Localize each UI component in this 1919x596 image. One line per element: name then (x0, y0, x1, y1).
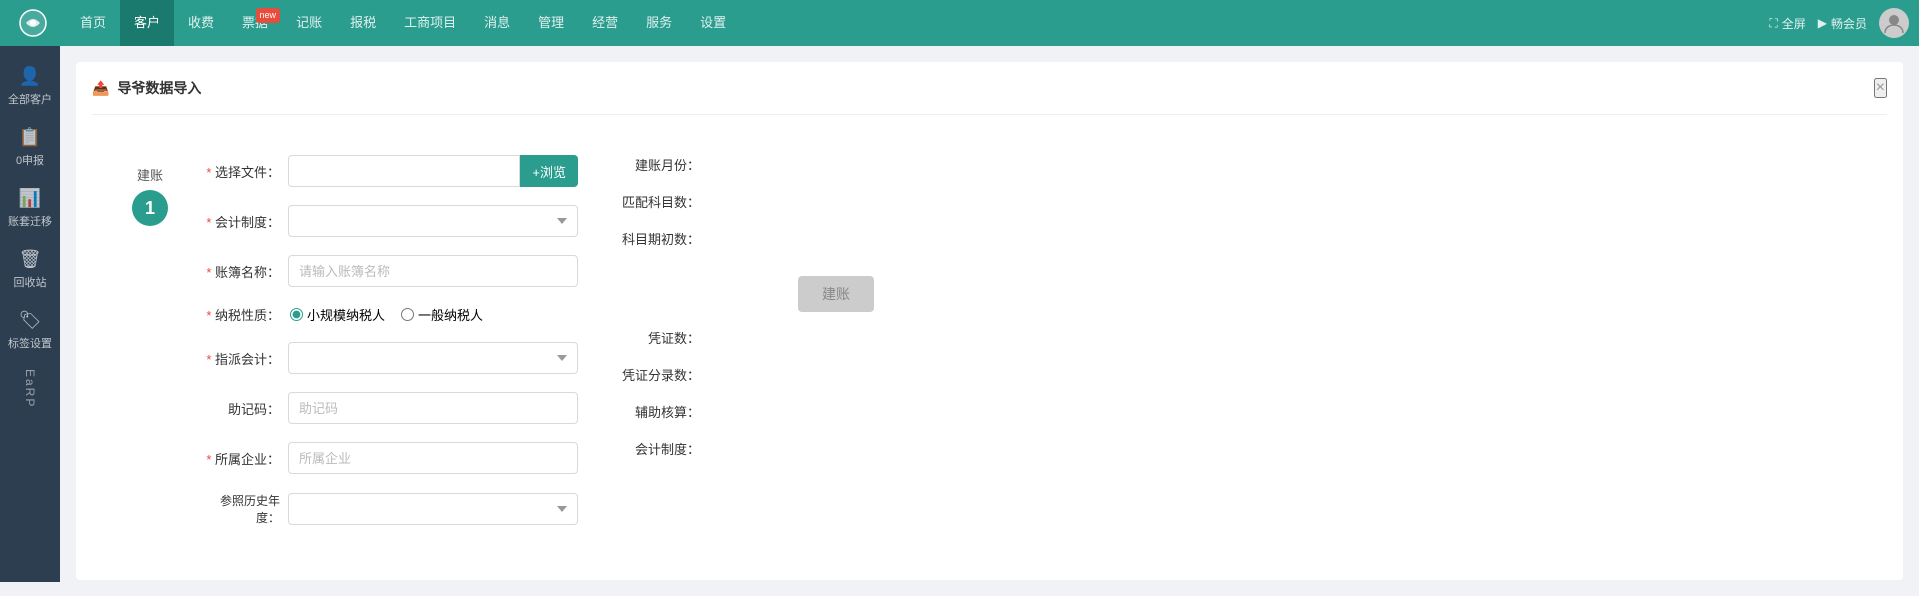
form-row-accounting-system: 会计制度： (198, 205, 578, 237)
radio-general-taxpayer[interactable]: 一般纳税人 (401, 305, 483, 324)
label-account-name: 账簿名称： (198, 262, 288, 281)
nav-item-bizproject[interactable]: 工商项目 (390, 0, 470, 46)
label-subject-initial: 科目期初数： (618, 229, 708, 248)
nav-item-manage[interactable]: 管理 (524, 0, 578, 46)
fullscreen-button[interactable]: ⛶ 全屏 (1769, 15, 1805, 32)
play-icon: ▶ (1818, 16, 1827, 30)
main-panel: 📤 导爷数据导入 × 建账 1 选择文件： +浏览 (76, 62, 1903, 580)
nav-item-bookkeeping[interactable]: 记账 (282, 0, 336, 46)
assign-accountant-select[interactable] (288, 342, 578, 374)
radio-small-taxpayer[interactable]: 小规模纳税人 (290, 305, 385, 324)
nav-item-home[interactable]: 首页 (66, 0, 120, 46)
nav-item-invoice[interactable]: 票据 new (228, 0, 282, 46)
form-row-memo-code: 助记码： (198, 392, 578, 424)
nav-item-service[interactable]: 服务 (632, 0, 686, 46)
sidebar-item-recycle[interactable]: 🗑 回收站 (0, 239, 60, 300)
form-row-voucher-records: 凭证分录数： (618, 365, 958, 384)
step-circle: 1 (132, 190, 168, 226)
main-content: 📤 导爷数据导入 × 建账 1 选择文件： +浏览 (60, 46, 1919, 596)
form-row-tax-type: 纳税性质： 小规模纳税人 一般纳税人 (198, 305, 578, 324)
label-accounting-system: 会计制度： (198, 212, 288, 231)
form-container: 建账 1 选择文件： +浏览 会计制度： (92, 135, 1887, 564)
accounting-system-select[interactable] (288, 205, 578, 237)
form-row-account-month: 建账月份： (618, 155, 958, 174)
import-icon: 📤 (92, 80, 109, 97)
nav-item-tax[interactable]: 报税 (336, 0, 390, 46)
user-icon: 👤 (19, 66, 41, 87)
sidebar-item-declaration[interactable]: 📋 0申报 (0, 117, 60, 178)
sidebar-label-recycle: 回收站 (14, 274, 47, 290)
nav-item-customer[interactable]: 客户 (120, 0, 174, 46)
sidebar-label-account-transfer: 账套迁移 (8, 213, 52, 229)
transfer-icon: 📊 (19, 188, 41, 209)
file-input[interactable] (288, 155, 520, 187)
form-left: 选择文件： +浏览 会计制度： 账簿名称： (198, 155, 578, 544)
declaration-icon: 📋 (19, 127, 41, 148)
new-badge: new (256, 8, 281, 23)
form-right: 建账月份： 匹配科目数： 科目期初数： 建账 凭证数： (618, 155, 958, 544)
member-button[interactable]: ▶ 畅会员 (1818, 15, 1867, 32)
earp-text: EaRP (23, 369, 37, 408)
create-account-button[interactable]: 建账 (798, 276, 874, 312)
step-indicator: 建账 1 (132, 155, 168, 544)
nav-item-message[interactable]: 消息 (470, 0, 524, 46)
nav-items: 首页 客户 收费 票据 new 记账 报税 工商项目 消息 管理 经营 服务 设… (66, 0, 1769, 46)
label-voucher-records: 凭证分录数： (618, 365, 708, 384)
nav-right: ⛶ 全屏 ▶ 畅会员 (1769, 8, 1909, 38)
logo (10, 0, 56, 46)
step-label: 建账 (137, 165, 163, 184)
label-account-month: 建账月份： (618, 155, 708, 174)
label-aux-accounting: 辅助核算： (618, 402, 708, 421)
fullscreen-icon: ⛶ (1769, 16, 1777, 31)
sidebar: 👤 全部客户 📋 0申报 📊 账套迁移 🗑 回收站 🏷 标签设置 EaRP (0, 46, 60, 582)
radio-small-input[interactable] (290, 308, 303, 321)
label-assign-accountant: 指派会计： (198, 349, 288, 368)
sidebar-label-declaration: 0申报 (16, 152, 44, 168)
sidebar-item-account-transfer[interactable]: 📊 账套迁移 (0, 178, 60, 239)
sidebar-label-all-customers: 全部客户 (8, 91, 52, 107)
nav-item-settings[interactable]: 设置 (686, 0, 740, 46)
browse-button[interactable]: +浏览 (520, 155, 578, 187)
label-match-subjects: 匹配科目数： (618, 192, 708, 211)
form-row-affiliated-company: 所属企业： (198, 442, 578, 474)
label-accounting-system-right: 会计制度： (618, 439, 708, 458)
nav-item-finance[interactable]: 经营 (578, 0, 632, 46)
account-name-input[interactable] (288, 255, 578, 287)
panel-header: 📤 导爷数据导入 (92, 78, 1887, 115)
tax-type-radio-group: 小规模纳税人 一般纳税人 (288, 305, 578, 324)
nav-item-billing[interactable]: 收费 (174, 0, 228, 46)
label-voucher-count: 凭证数： (618, 328, 708, 347)
tag-icon: 🏷 (19, 310, 42, 331)
form-row-account-name: 账簿名称： (198, 255, 578, 287)
form-row-select-file: 选择文件： +浏览 (198, 155, 578, 187)
form-row-voucher-count: 凭证数： (618, 328, 958, 347)
form-row-reference-year: 参照历史年度： (198, 492, 578, 526)
sidebar-item-tag-settings[interactable]: 🏷 标签设置 (0, 300, 60, 361)
form-row-match-subjects: 匹配科目数： (618, 192, 958, 211)
panel-title: 导爷数据导入 (117, 78, 201, 98)
close-button[interactable]: × (1874, 78, 1887, 98)
form-row-subject-initial: 科目期初数： (618, 229, 958, 248)
recycle-icon: 🗑 (19, 249, 42, 270)
label-select-file: 选择文件： (198, 162, 288, 181)
radio-general-input[interactable] (401, 308, 414, 321)
memo-code-input[interactable] (288, 392, 578, 424)
top-nav: 首页 客户 收费 票据 new 记账 报税 工商项目 消息 管理 经营 服务 设… (0, 0, 1919, 46)
label-memo-code: 助记码： (198, 399, 288, 418)
affiliated-company-input[interactable] (288, 442, 578, 474)
avatar[interactable] (1879, 8, 1909, 38)
form-row-assign-accountant: 指派会计： (198, 342, 578, 374)
label-tax-type: 纳税性质： (198, 305, 288, 324)
file-row: +浏览 (288, 155, 578, 187)
label-reference-year: 参照历史年度： (198, 492, 288, 526)
sidebar-label-tag-settings: 标签设置 (8, 335, 52, 351)
sidebar-item-all-customers[interactable]: 👤 全部客户 (0, 56, 60, 117)
form-row-accounting-system-right: 会计制度： (618, 439, 958, 458)
reference-year-select[interactable] (288, 493, 578, 525)
form-row-aux-accounting: 辅助核算： (618, 402, 958, 421)
label-affiliated-company: 所属企业： (198, 449, 288, 468)
